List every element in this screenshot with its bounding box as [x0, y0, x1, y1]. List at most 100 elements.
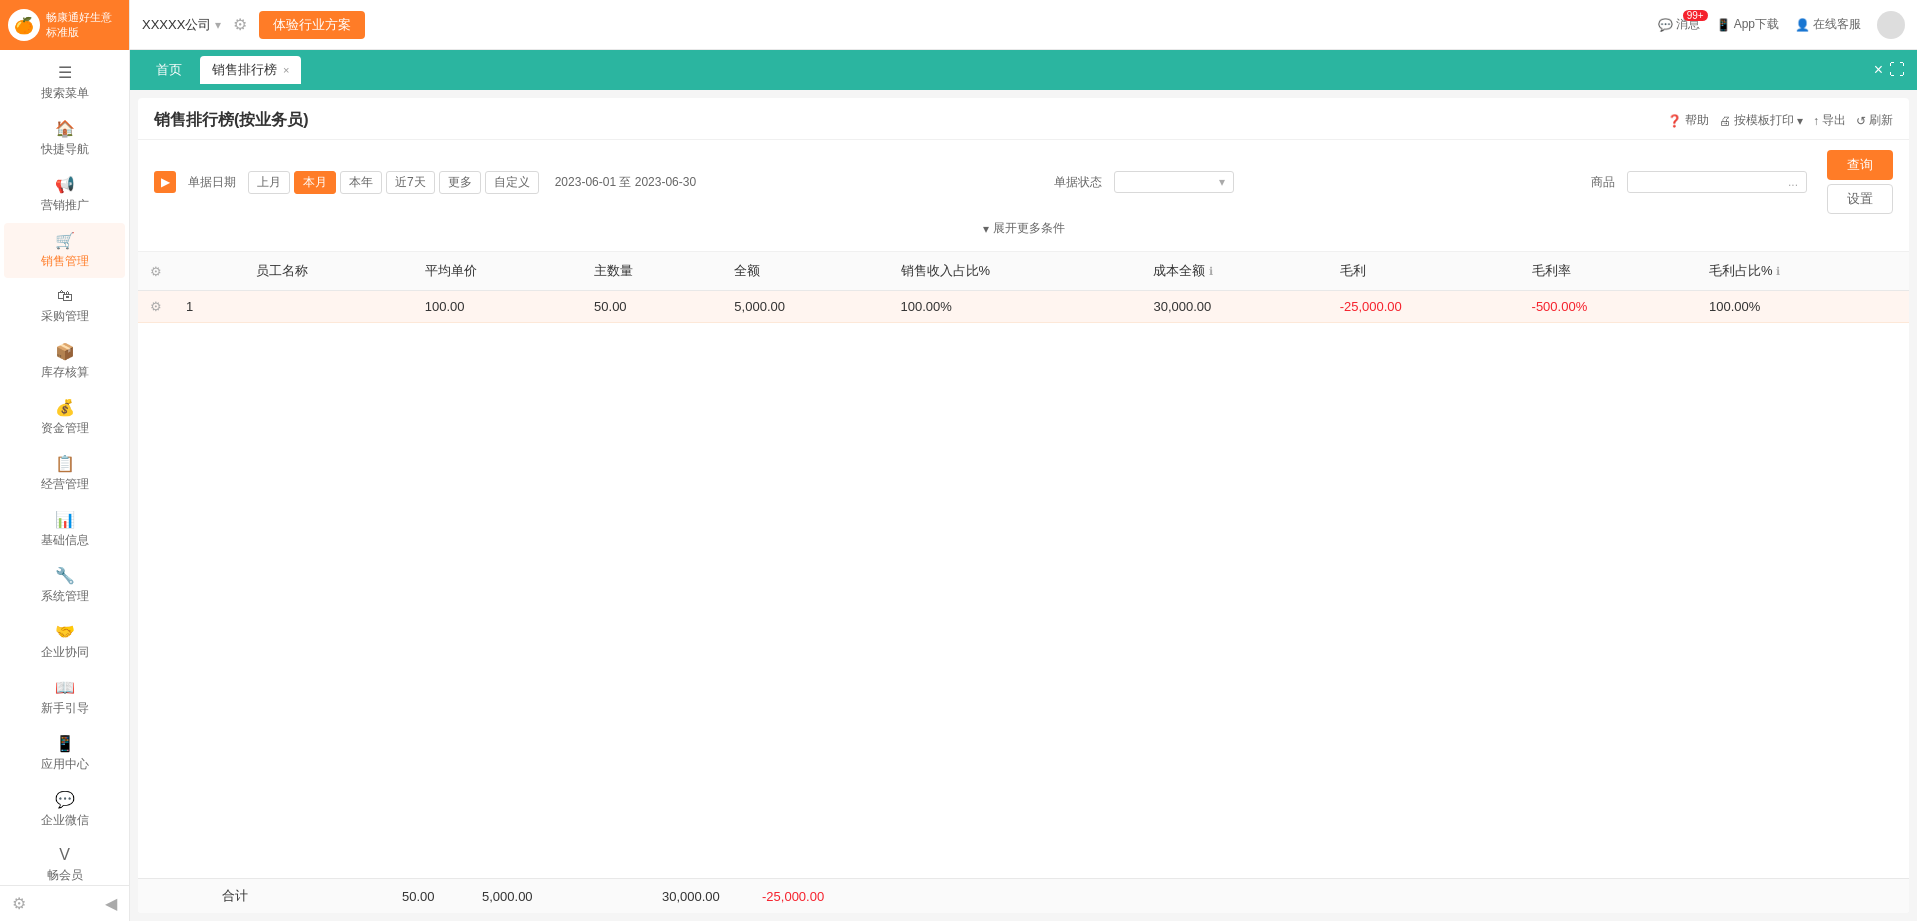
window-maximize-icon[interactable]: ⛶ [1889, 61, 1905, 79]
trial-button[interactable]: 体验行业方案 [259, 11, 365, 39]
settings-footer-icon[interactable]: ⚙ [12, 894, 26, 913]
table-row: ⚙ 1 100.00 50.00 5,000.00 100.00% 30,000… [138, 291, 1909, 323]
help-button[interactable]: ❓ 帮助 [1667, 112, 1709, 129]
message-button[interactable]: 💬 消息 99+ [1658, 16, 1700, 33]
filter-toggle-icon[interactable]: ▶ [154, 171, 176, 193]
sidebar-item-enterprise-wechat[interactable]: 💬 企业微信 [4, 782, 125, 837]
sidebar-item-app-center[interactable]: 📱应用中心 [4, 726, 125, 781]
tab-home[interactable]: 首页 [142, 55, 196, 85]
company-chevron-icon: ▾ [215, 18, 221, 32]
date-buttons: 上月 本月 本年 近7天 更多 自定义 [248, 171, 539, 194]
sidebar-item-search-orders[interactable]: ☰搜索菜单 [4, 55, 125, 110]
tab-sales-ranking[interactable]: 销售排行榜 × [200, 56, 301, 84]
refresh-button[interactable]: ↺ 刷新 [1856, 112, 1893, 129]
sidebar-item-inventory[interactable]: 📦库存核算 [4, 334, 125, 389]
sidebar-icon-system-mgmt: 🔧 [55, 566, 75, 585]
sidebar-label-enterprise-wechat: 企业微信 [41, 812, 89, 829]
row-avg-price: 100.00 [413, 291, 582, 323]
sidebar-item-system-mgmt[interactable]: 🔧 系统管理 [4, 558, 125, 613]
col-amount: 全额 [722, 252, 888, 291]
row-quantity: 50.00 [582, 291, 722, 323]
tab-bar-controls: × ⛶ [1874, 61, 1905, 79]
logo: 🍊 畅康通好生意 标准版 [0, 0, 129, 50]
export-icon: ↑ [1813, 114, 1819, 128]
sidebar-icon-quick-nav: 🏠 [55, 119, 75, 138]
header-settings-icon[interactable]: ⚙ [233, 15, 247, 34]
footer-total-label: 合计 [210, 887, 310, 905]
sidebar-label-system-mgmt: 系统管理 [41, 588, 89, 605]
row-gross-rate: -500.00% [1520, 291, 1697, 323]
sidebar-icon-marketing: 📢 [55, 175, 75, 194]
sidebar-label-quick-nav: 快捷导航 [41, 141, 89, 158]
sidebar-label-enterprise: 企业协同 [41, 644, 89, 661]
sidebar-icon-enterprise-wechat: 💬 [55, 790, 75, 809]
export-button[interactable]: ↑ 导出 [1813, 112, 1846, 129]
help-icon: ❓ [1667, 114, 1682, 128]
tab-bar: 首页 销售排行榜 × × ⛶ [130, 50, 1917, 90]
sidebar-label-basic-info: 基础信息 [41, 532, 89, 549]
sidebar-icon-sales-mgmt: 🛒 [55, 231, 75, 250]
date-btn-this-year[interactable]: 本年 [340, 171, 382, 194]
sidebar-icon-purchase-mgmt: 🛍 [57, 287, 73, 305]
date-range-display: 2023-06-01 至 2023-06-30 [555, 174, 696, 191]
sidebar-item-basic-info[interactable]: 📊 基础信息 [4, 502, 125, 557]
sidebar-item-member[interactable]: V畅会员 [4, 838, 125, 885]
col-sales-pct: 销售收入占比% [889, 252, 1142, 291]
main-area: XXXXX公司 ▾ ⚙ 体验行业方案 💬 消息 99+ 📱 App下载 👤 在线… [130, 0, 1917, 921]
footer-gross: -25,000.00 [750, 889, 850, 904]
goods-label: 商品 [1591, 174, 1615, 191]
sidebar-item-quick-nav[interactable]: 🏠 快捷导航 [4, 111, 125, 166]
sidebar-icon-basic-info: 📊 [55, 510, 75, 529]
date-btn-more[interactable]: 更多 [439, 171, 481, 194]
sidebar-item-business-mgmt[interactable]: 📋 经营管理 [4, 446, 125, 501]
header-right: 💬 消息 99+ 📱 App下载 👤 在线客服 [1658, 11, 1905, 39]
inner-page: 销售排行榜(按业务员) ❓ 帮助 🖨 按模板打印 ▾ ↑ 导出 [138, 98, 1909, 913]
footer-amount: 5,000.00 [470, 889, 550, 904]
window-close-icon[interactable]: × [1874, 61, 1883, 79]
collapse-icon[interactable]: ◀ [105, 894, 117, 913]
filter-area: ▶ 单据日期 上月 本月 本年 近7天 更多 自定义 2023-06-01 至 … [138, 140, 1909, 252]
col-rank [174, 252, 244, 291]
row-gross: -25,000.00 [1328, 291, 1520, 323]
sidebar-label-guide: 新手引导 [41, 700, 89, 717]
tab-close-icon[interactable]: × [283, 64, 289, 76]
sidebar-item-guide[interactable]: 📖 新手引导 [4, 670, 125, 725]
sidebar-label-marketing: 营销推广 [41, 197, 89, 214]
page-header-actions: ❓ 帮助 🖨 按模板打印 ▾ ↑ 导出 ↺ 刷新 [1667, 112, 1893, 129]
date-btn-7days[interactable]: 近7天 [386, 171, 435, 194]
page-title: 销售排行榜(按业务员) [154, 110, 309, 131]
sidebar-label-purchase-mgmt: 采购管理 [41, 308, 89, 325]
app-download-button[interactable]: 📱 App下载 [1716, 16, 1779, 33]
date-btn-custom[interactable]: 自定义 [485, 171, 539, 194]
sidebar-item-sales-mgmt[interactable]: 🛒 销售管理 [4, 223, 125, 278]
online-service-button[interactable]: 👤 在线客服 [1795, 16, 1861, 33]
print-button[interactable]: 🖨 按模板打印 ▾ [1719, 112, 1803, 129]
footer-cost: 30,000.00 [650, 889, 750, 904]
sidebar-label-business-mgmt: 经营管理 [41, 476, 89, 493]
col-gross-rate: 毛利率 [1520, 252, 1697, 291]
sidebar-item-finance[interactable]: 💰资金管理 [4, 390, 125, 445]
company-selector[interactable]: XXXXX公司 ▾ [142, 16, 221, 34]
message-icon: 💬 [1658, 18, 1673, 32]
sidebar-label-app-center: 应用中心 [41, 756, 89, 773]
sidebar-item-purchase-mgmt[interactable]: 🛍 采购管理 [4, 279, 125, 333]
expand-conditions-button[interactable]: ▾ 展开更多条件 [983, 220, 1065, 237]
logo-text: 畅康通好生意 标准版 [46, 10, 112, 41]
col-settings[interactable]: ⚙ [138, 252, 174, 291]
sidebar-icon-business-mgmt: 📋 [55, 454, 75, 473]
sidebar-item-marketing[interactable]: 📢 营销推广 [4, 167, 125, 222]
status-select[interactable]: ▾ [1114, 171, 1234, 193]
sidebar-footer: ⚙ ◀ [0, 885, 129, 921]
settings-button[interactable]: 设置 [1827, 184, 1893, 214]
avatar [1877, 11, 1905, 39]
date-btn-this-month[interactable]: 本月 [294, 171, 336, 194]
row-gear-icon[interactable]: ⚙ [138, 291, 174, 323]
goods-input[interactable]: ... [1627, 171, 1807, 193]
col-cost: 成本全额 ℹ [1141, 252, 1327, 291]
sidebar-label-sales-mgmt: 销售管理 [41, 253, 89, 270]
sidebar-item-enterprise[interactable]: 🤝企业协同 [4, 614, 125, 669]
message-badge: 99+ [1683, 10, 1708, 21]
date-btn-last-month[interactable]: 上月 [248, 171, 290, 194]
query-button[interactable]: 查询 [1827, 150, 1893, 180]
sidebar-icon-guide: 📖 [55, 678, 75, 697]
